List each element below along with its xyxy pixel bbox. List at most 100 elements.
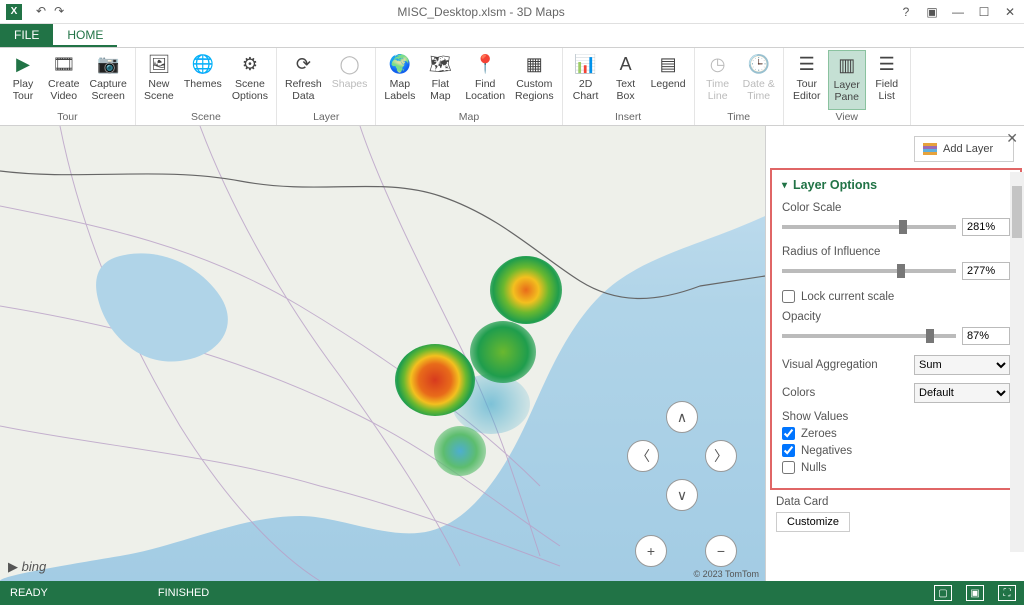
tab-home[interactable]: HOME (53, 24, 117, 47)
2d-chart-button[interactable]: 📊2D Chart (567, 50, 605, 110)
map-canvas[interactable]: ∧ ∨ 〈 〉 + − ▶ bing © 2023 TomTom (0, 126, 765, 581)
timeline-button: ◷Time Line (699, 50, 737, 110)
region-icon: ▦ (522, 52, 546, 76)
panel-close-icon[interactable]: ✕ (1006, 130, 1018, 147)
map-labels-button[interactable]: 🌍Map Labels (380, 50, 419, 110)
heat-blob (490, 256, 562, 324)
list-icon: ☰ (875, 52, 899, 76)
clock-icon: 🕒 (747, 52, 771, 76)
shapes-icon: ◯ (338, 52, 362, 76)
zoom-out-button[interactable]: − (705, 535, 737, 567)
caret-down-icon: ▾ (782, 180, 787, 191)
status-bar: READY FINISHED ▢ ▣ ⛶ (0, 581, 1024, 605)
layer-options-section: ▾ Layer Options Color Scale Radius of In… (770, 168, 1022, 490)
radius-slider[interactable] (782, 269, 956, 273)
tab-file[interactable]: FILE (0, 24, 53, 47)
create-video-button[interactable]: 🎞Create Video (44, 50, 84, 110)
nulls-label: Nulls (801, 462, 827, 474)
undo-icon[interactable]: ↶ (36, 4, 46, 20)
pane-icon: ▥ (835, 53, 859, 77)
colors-select[interactable]: Default (914, 383, 1010, 403)
redo-icon[interactable]: ↷ (54, 4, 64, 20)
radius-value[interactable] (962, 262, 1010, 280)
excel-icon: X (6, 4, 22, 20)
minimize-icon[interactable]: — (950, 5, 966, 19)
field-list-button[interactable]: ☰Field List (868, 50, 906, 110)
options-icon: ⚙ (238, 52, 262, 76)
custom-regions-button[interactable]: ▦Custom Regions (511, 50, 558, 110)
chart-icon: 📊 (574, 52, 598, 76)
map-credit: © 2023 TomTom (694, 569, 760, 579)
text-icon: A (614, 52, 638, 76)
nav-right-button[interactable]: 〉 (705, 440, 737, 472)
lock-scale-checkbox[interactable] (782, 290, 795, 303)
view-normal-icon[interactable]: ▢ (934, 585, 952, 601)
themes-button[interactable]: 🌐Themes (180, 50, 226, 110)
view-full-icon[interactable]: ⛶ (998, 585, 1016, 601)
editor-icon: ☰ (795, 52, 819, 76)
group-time: Time (727, 110, 750, 125)
color-scale-slider[interactable] (782, 225, 956, 229)
nulls-checkbox[interactable] (782, 461, 795, 474)
main-area: ∧ ∨ 〈 〉 + − ▶ bing © 2023 TomTom ✕ Add L… (0, 126, 1024, 581)
new-scene-icon: 🖼 (147, 52, 171, 76)
refresh-icon: ⟳ (291, 52, 315, 76)
opacity-value[interactable] (962, 327, 1010, 345)
color-scale-value[interactable] (962, 218, 1010, 236)
flat-map-button[interactable]: 🗺Flat Map (421, 50, 459, 110)
zoom-in-button[interactable]: + (635, 535, 667, 567)
layer-options-header[interactable]: ▾ Layer Options (782, 178, 1010, 192)
map-land (0, 126, 765, 581)
find-location-button[interactable]: 📍Find Location (461, 50, 509, 110)
text-box-button[interactable]: AText Box (607, 50, 645, 110)
help-icon[interactable]: ? (898, 5, 914, 19)
close-icon[interactable]: ✕ (1002, 5, 1018, 19)
negatives-checkbox[interactable] (782, 444, 795, 457)
view-page-icon[interactable]: ▣ (966, 585, 984, 601)
aggregation-label: Visual Aggregation (782, 359, 878, 371)
title-bar: X ↶ ↷ MISC_Desktop.xlsm - 3D Maps ? ▣ — … (0, 0, 1024, 24)
data-card-label: Data Card (776, 496, 1014, 508)
aggregation-select[interactable]: Sum (914, 355, 1010, 375)
add-layer-button[interactable]: Add Layer (914, 136, 1014, 162)
customize-button[interactable]: Customize (776, 512, 850, 532)
flat-map-icon: 🗺 (428, 52, 452, 76)
new-scene-button[interactable]: 🖼New Scene (140, 50, 178, 110)
map-nav-pad: ∧ ∨ 〈 〉 (627, 401, 737, 511)
scene-options-button[interactable]: ⚙Scene Options (228, 50, 272, 110)
scrollbar-thumb[interactable] (1012, 186, 1022, 238)
radius-label: Radius of Influence (782, 246, 1010, 258)
nav-down-button[interactable]: ∨ (666, 479, 698, 511)
group-tour: Tour (57, 110, 77, 125)
legend-button[interactable]: ▤Legend (647, 50, 690, 110)
ribbon: ▶Play Tour 🎞Create Video 📷Capture Screen… (0, 48, 1024, 126)
capture-screen-button[interactable]: 📷Capture Screen (86, 50, 131, 110)
nav-left-button[interactable]: 〈 (627, 440, 659, 472)
datetime-button: 🕒Date & Time (739, 50, 779, 110)
panel-scrollbar[interactable] (1010, 172, 1024, 552)
refresh-data-button[interactable]: ⟳Refresh Data (281, 50, 326, 110)
color-scale-label: Color Scale (782, 202, 1010, 214)
zeroes-checkbox[interactable] (782, 427, 795, 440)
pin-icon: 📍 (473, 52, 497, 76)
timeline-icon: ◷ (706, 52, 730, 76)
layers-icon (923, 143, 937, 155)
maximize-icon[interactable]: ☐ (976, 5, 992, 19)
group-map: Map (459, 110, 479, 125)
zeroes-label: Zeroes (801, 428, 837, 440)
tour-editor-button[interactable]: ☰Tour Editor (788, 50, 826, 110)
nav-up-button[interactable]: ∧ (666, 401, 698, 433)
video-icon: 🎞 (52, 52, 76, 76)
ribbon-display-icon[interactable]: ▣ (924, 5, 940, 19)
opacity-slider[interactable] (782, 334, 956, 338)
show-values-label: Show Values (782, 411, 1010, 423)
heat-blob (470, 321, 536, 383)
group-layer: Layer (313, 110, 339, 125)
layer-pane-button[interactable]: ▥Layer Pane (828, 50, 866, 110)
layer-panel: ✕ Add Layer ▾ Layer Options Color Scale … (765, 126, 1024, 581)
shapes-button: ◯Shapes (328, 50, 372, 110)
play-tour-button[interactable]: ▶Play Tour (4, 50, 42, 110)
heat-blob (395, 344, 475, 416)
bing-logo: ▶ bing (8, 559, 46, 575)
negatives-label: Negatives (801, 445, 852, 457)
